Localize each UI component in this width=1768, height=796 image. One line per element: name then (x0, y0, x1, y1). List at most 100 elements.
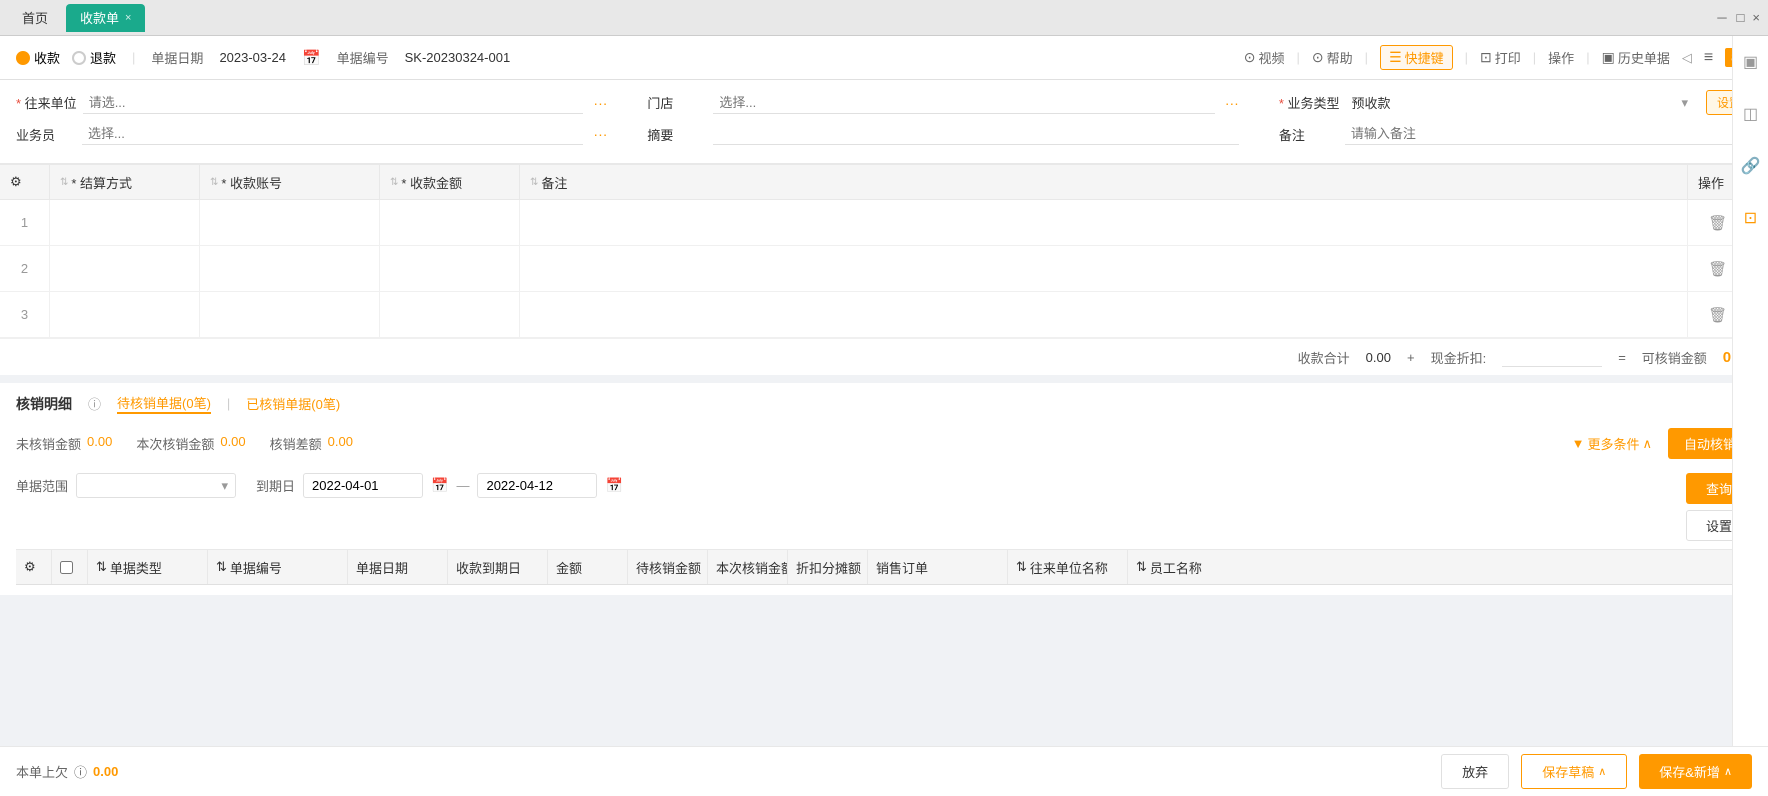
tab-current[interactable]: 收款单 × (66, 4, 145, 32)
dcol-date: 单据日期 (348, 550, 448, 584)
summary-field: 摘要 (647, 123, 1238, 145)
table-row: 3 🗑 ⊞ (0, 292, 1768, 338)
tab-close-icon[interactable]: × (125, 12, 131, 24)
prev-arrow[interactable]: ◁ (1682, 50, 1692, 66)
number-value: SK-20230324-001 (405, 50, 511, 65)
row-1-num: 1 (0, 200, 50, 245)
dcol-number: ⇅ 单据编号 (208, 550, 348, 584)
equals-sign: = (1618, 350, 1626, 365)
verify-info-icon[interactable]: ⓘ (88, 394, 101, 413)
range-filter: 单据范围 (16, 473, 236, 498)
more-conditions-btn[interactable]: ▼ 更多条件 ∧ (1572, 434, 1652, 453)
verify-stats: 未核销金额 0.00 本次核销金额 0.00 核销差额 0.00 ▼ 更多条件 … (16, 422, 1752, 465)
help-icon: ⊙ (1312, 49, 1324, 66)
abandon-button[interactable]: 放弃 (1441, 754, 1509, 789)
receipt-radio[interactable]: 收款 (16, 48, 60, 67)
bottom-bar: 本单上欠 ⓘ 0.00 放弃 保存草稿 ∧ 保存&新增 ∧ (0, 746, 1768, 796)
select-all-checkbox[interactable] (60, 561, 73, 574)
sidebar-layout-icon[interactable]: ◫ (1743, 96, 1758, 132)
store-input[interactable] (713, 92, 1214, 114)
range-select[interactable] (76, 473, 236, 498)
refund-radio[interactable]: 退款 (72, 48, 116, 67)
gear-icon[interactable]: ⚙ (10, 174, 22, 190)
store-more-btn[interactable]: ··· (1225, 95, 1239, 111)
partner-input[interactable] (83, 92, 584, 114)
tab-home[interactable]: 首页 (8, 4, 62, 32)
operation-action[interactable]: 操作 (1548, 48, 1574, 67)
print-action[interactable]: ⊡ 打印 (1480, 48, 1521, 67)
current-verify-stat: 本次核销金额 0.00 (136, 434, 245, 453)
filter-area: 单据范围 到期日 📅 — 📅 查询 设置 (16, 465, 1752, 549)
detail-gear-icon[interactable]: ⚙ (24, 559, 36, 575)
help-action[interactable]: ⊙ 帮助 (1312, 48, 1353, 67)
row-2-num: 2 (0, 246, 50, 291)
partner-more-btn[interactable]: ··· (593, 95, 607, 111)
business-type-dropdown-icon[interactable]: ▾ (1681, 95, 1688, 111)
receipt-radio-dot (16, 51, 30, 65)
detail-table-header: ⚙ ⇅ 单据类型 ⇅ 单据编号 单据日期 收款到期日 金额 待核销金额 本次核销… (16, 549, 1752, 585)
sidebar-table-icon[interactable]: ▣ (1743, 44, 1758, 80)
table-section: ⚙ ⇅ * 结算方式 ⇅ * 收款账号 ⇅ * 收款金额 ⇅ 备注 操作 1 🗑 (0, 164, 1768, 338)
row-1-amount[interactable] (380, 200, 520, 245)
pending-tab[interactable]: 待核销单据(0笔) (117, 393, 211, 414)
staff-label: 业务员 (16, 125, 76, 144)
partner-label: 往来单位 (16, 93, 77, 112)
summary-input[interactable] (713, 123, 1238, 145)
row-1-settlement[interactable] (50, 200, 200, 245)
row-1-account[interactable] (200, 200, 380, 245)
bottom-info-icon[interactable]: ⓘ (74, 762, 87, 781)
row-2-account[interactable] (200, 246, 380, 291)
dcol-gear: ⚙ (16, 550, 52, 584)
from-calendar-icon[interactable]: 📅 (431, 477, 448, 494)
layout-icon[interactable]: ≡ (1704, 49, 1713, 67)
to-date-input[interactable] (477, 473, 597, 498)
store-field: 门店 ··· (647, 92, 1238, 114)
diff-stat: 核销差额 0.00 (270, 434, 353, 453)
video-action[interactable]: ⊙ 视频 (1244, 48, 1285, 67)
col-settlement: ⇅ * 结算方式 (50, 165, 200, 199)
row-1-delete-icon[interactable]: 🗑 (1708, 214, 1727, 232)
history-icon: ▣ (1602, 49, 1615, 66)
sort-icon: ⇅ (96, 559, 107, 575)
completed-tab[interactable]: 已核销单据(0笔) (246, 394, 340, 413)
calendar-icon[interactable]: 📅 (302, 49, 321, 67)
due-date-label: 到期日 (256, 476, 295, 495)
discount-input[interactable] (1502, 347, 1602, 367)
row-3-amount[interactable] (380, 292, 520, 337)
from-date-input[interactable] (303, 473, 423, 498)
filter-right: ▼ 更多条件 ∧ 自动核销 (1572, 428, 1752, 459)
nav-arrows[interactable]: ◁ (1682, 50, 1692, 66)
row-2-settlement[interactable] (50, 246, 200, 291)
business-type-field: 业务类型 预收款 ▾ 设置 (1279, 90, 1752, 115)
row-3-account[interactable] (200, 292, 380, 337)
staff-more-btn[interactable]: ··· (593, 126, 607, 142)
save-draft-button[interactable]: 保存草稿 ∧ (1521, 754, 1627, 789)
row-2-delete-icon[interactable]: 🗑 (1708, 260, 1727, 278)
row-1-remarks[interactable] (520, 200, 1688, 245)
save-new-button[interactable]: 保存&新增 ∧ (1639, 754, 1752, 789)
date-label: 单据日期 (151, 48, 203, 67)
row-3-num: 3 (0, 292, 50, 337)
toolbar-actions: ⊙ 视频 | ⊙ 帮助 | ☰ 快捷键 | ⊡ 打印 | 操作 | ▣ 历史单据… (1244, 45, 1752, 70)
history-action[interactable]: ▣ 历史单据 (1602, 48, 1670, 67)
row-2-remarks[interactable] (520, 246, 1688, 291)
staff-input[interactable] (82, 123, 583, 145)
minimize-icon[interactable]: － (1716, 8, 1729, 27)
sidebar-link-icon[interactable]: 🔗 (1741, 148, 1761, 184)
row-3-settlement[interactable] (50, 292, 200, 337)
close-icon[interactable]: × (1752, 10, 1760, 25)
toolbar: 收款 退款 | 单据日期 2023-03-24 📅 单据编号 SK-202303… (0, 36, 1768, 80)
maximize-icon[interactable]: □ (1737, 10, 1745, 25)
row-3-remarks[interactable] (520, 292, 1688, 337)
remarks-input[interactable] (1345, 123, 1752, 145)
to-calendar-icon[interactable]: 📅 (605, 477, 622, 494)
save-new-arrow: ∧ (1724, 765, 1732, 778)
form-area: 往来单位 ··· 门店 ··· 业务类型 预收款 ▾ 设置 业务员 ··· 摘要… (0, 80, 1768, 164)
summary-label: 摘要 (647, 125, 707, 144)
row-2-amount[interactable] (380, 246, 520, 291)
shortcut-action[interactable]: ☰ 快捷键 (1380, 45, 1453, 70)
window-controls: － □ × (1716, 8, 1760, 27)
row-3-delete-icon[interactable]: 🗑 (1708, 306, 1727, 324)
total-value: 0.00 (1366, 350, 1391, 365)
sidebar-expand-icon[interactable]: ⊡ (1744, 200, 1757, 236)
